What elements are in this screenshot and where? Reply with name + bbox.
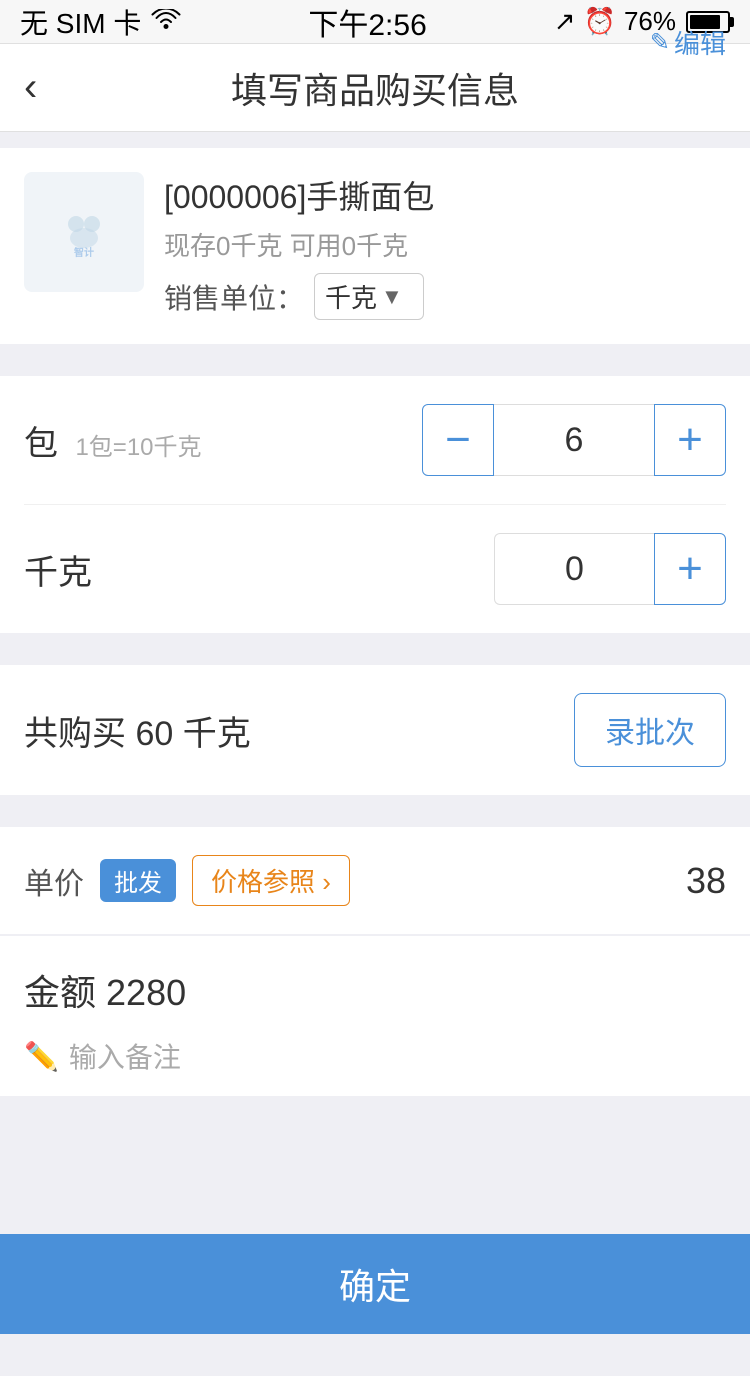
carrier-text: 无 SIM 卡 (20, 2, 141, 42)
svg-text:智计: 智计 (74, 246, 94, 259)
location-icon: ↗ (554, 6, 576, 37)
amount-section: 金额 2280 ✏️ 输入备注 (0, 936, 750, 1096)
qty-input-kg[interactable] (494, 533, 654, 605)
amount-label: 金额 (24, 972, 96, 1013)
qty-controls-bao: − + (422, 404, 726, 476)
product-stock: 现存0千克 可用0千克 (164, 226, 726, 263)
decrease-bao-button[interactable]: − (422, 404, 494, 476)
remark-row[interactable]: ✏️ 输入备注 (24, 1036, 726, 1076)
unit-value: 千克 (325, 278, 377, 315)
wifi-icon (151, 6, 181, 38)
qty-label-bao: 包 1包=10千克 (24, 416, 422, 465)
unit-label: 销售单位： (164, 277, 304, 317)
total-unit: 千克 (183, 715, 251, 753)
qty-hint-bao: 1包=10千克 (75, 434, 201, 461)
time-display: 下午2:56 (308, 0, 426, 44)
price-section: 单价 批发 价格参照 › 38 (0, 827, 750, 934)
qty-input-bao[interactable] (494, 404, 654, 476)
amount-row: 金额 2280 (24, 964, 726, 1016)
page-title: 填写商品购买信息 (231, 62, 519, 114)
product-name: [0000006]手撕面包 (164, 172, 726, 218)
qty-label-kg: 千克 (24, 545, 494, 594)
confirm-button[interactable]: 确定 (0, 1234, 750, 1334)
total-section: 共购买 60 千克 录批次 (0, 665, 750, 795)
qty-controls-kg: + (494, 533, 726, 605)
total-label: 共购买 (24, 715, 126, 753)
increase-bao-button[interactable]: + (654, 404, 726, 476)
product-card: 智计 [0000006]手撕面包 现存0千克 可用0千克 销售单位： 千克 ▼ … (0, 148, 750, 344)
confirm-button-label: 确定 (339, 1258, 411, 1310)
back-button[interactable]: ‹ (24, 65, 37, 110)
unit-select[interactable]: 千克 ▼ (314, 273, 424, 320)
edit-icon: ✎ (650, 28, 670, 57)
product-unit-row: 销售单位： 千克 ▼ (164, 273, 726, 320)
total-text: 共购买 60 千克 (24, 706, 251, 755)
batch-badge: 批发 (100, 859, 176, 902)
divider-3 (0, 795, 750, 811)
pencil-icon: ✏️ (24, 1040, 59, 1073)
increase-kg-button[interactable]: + (654, 533, 726, 605)
price-label: 单价 (24, 859, 84, 903)
qty-row-bao: 包 1包=10千克 − + (24, 376, 726, 505)
product-thumbnail: 智计 (24, 172, 144, 292)
record-batch-button[interactable]: 录批次 (574, 693, 726, 767)
status-bar: 无 SIM 卡 下午2:56 ↗ ⏰ 76% (0, 0, 750, 44)
price-reference-button[interactable]: 价格参照 › (192, 855, 350, 906)
divider-1 (0, 344, 750, 360)
amount-value: 2280 (106, 972, 186, 1013)
price-value: 38 (686, 860, 726, 902)
edit-button[interactable]: ✎ 编辑 (650, 24, 726, 61)
divider-2 (0, 633, 750, 649)
quantity-section: 包 1包=10千克 − + 千克 + (0, 376, 750, 633)
alarm-icon: ⏰ (584, 6, 616, 37)
total-value: 60 (135, 715, 173, 753)
edit-label: 编辑 (674, 24, 726, 61)
remark-placeholder: 输入备注 (69, 1036, 181, 1076)
product-info: [0000006]手撕面包 现存0千克 可用0千克 销售单位： 千克 ▼ (164, 172, 726, 320)
qty-row-kg: 千克 + (24, 505, 726, 633)
status-left: 无 SIM 卡 (20, 2, 181, 42)
unit-dropdown-icon: ▼ (381, 284, 403, 310)
nav-bar: ‹ 填写商品购买信息 (0, 44, 750, 132)
